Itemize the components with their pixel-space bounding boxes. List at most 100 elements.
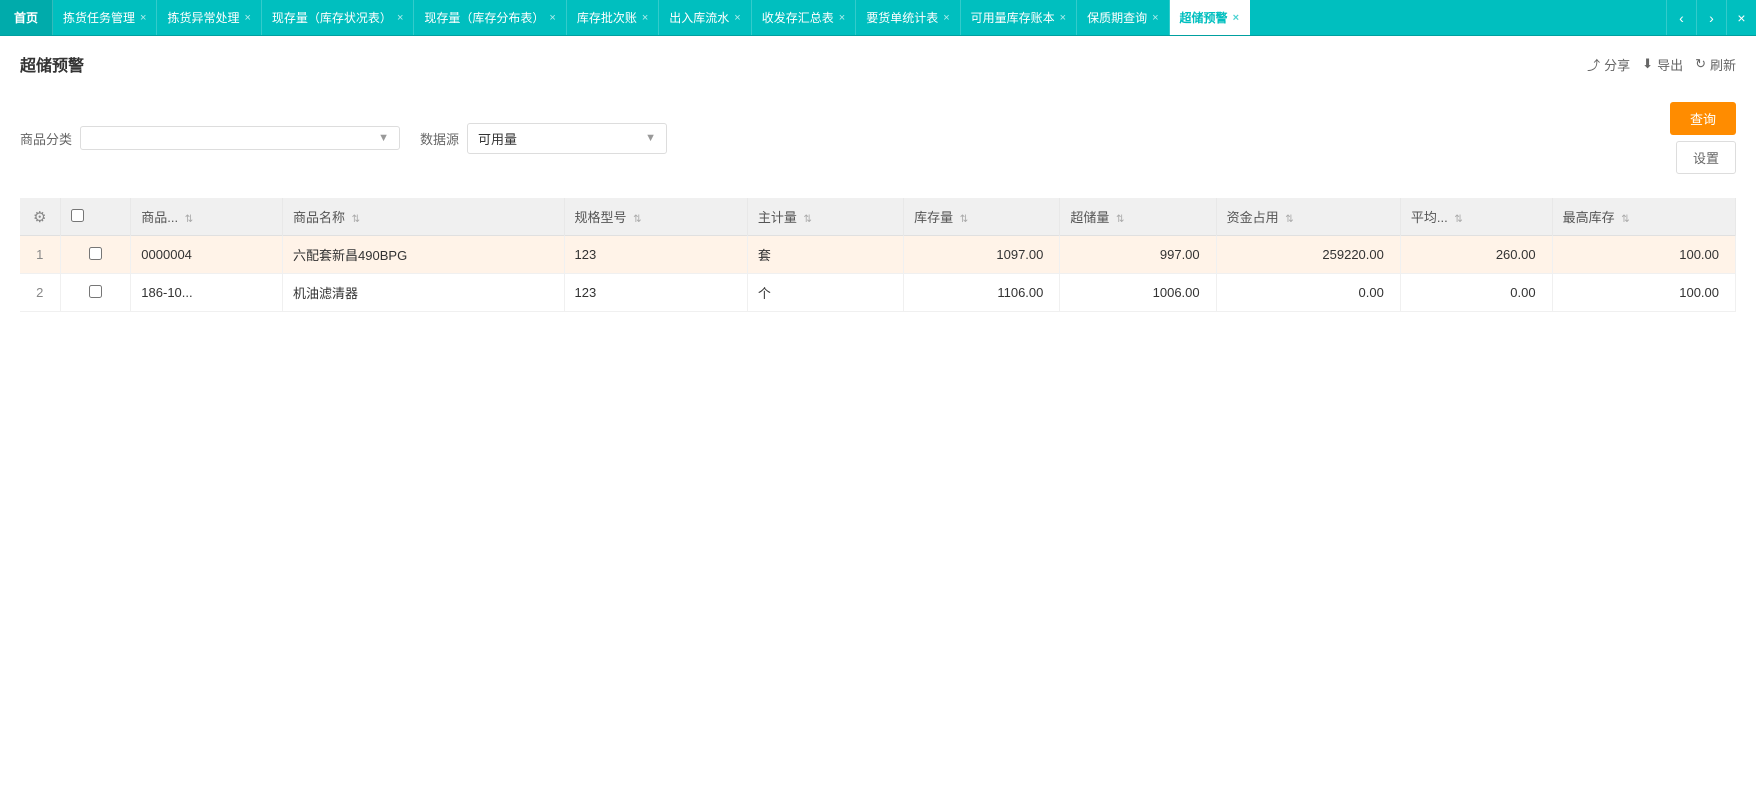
refresh-label: 刷新 [1710,55,1736,74]
col-max-stock-label: 最高库存 [1563,210,1615,225]
nav-tab-2-label: 拣货异常处理 [167,9,239,26]
col-gear[interactable]: ⚙ [20,198,60,236]
datasource-chevron-icon: ▼ [645,132,656,144]
nav-tab-7-close[interactable]: × [839,12,845,24]
datasource-label: 数据源 [420,129,459,148]
nav-tab-4-label: 现存量（库存分布表） [424,9,544,26]
col-avg[interactable]: 平均... ⇅ [1400,198,1552,236]
nav-bar: 首页 拣货任务管理 × 拣货异常处理 × 现存量（库存状况表） × 现存量（库存… [0,0,1756,36]
table-row: 1 0000004 六配套新昌490BPG 123 套 1097.00 997.… [20,236,1736,274]
nav-prev-arrow[interactable]: ‹ [1666,0,1696,36]
nav-tab-2-close[interactable]: × [244,12,250,24]
nav-tab-1-close[interactable]: × [140,12,146,24]
category-label: 商品分类 [20,129,72,148]
col-sku-code[interactable]: 商品... ⇅ [131,198,283,236]
nav-tab-10-close[interactable]: × [1152,12,1158,24]
row-index-0: 1 [20,236,60,274]
row-select-checkbox-1[interactable] [89,285,102,298]
nav-tab-8-close[interactable]: × [943,12,949,24]
nav-next-arrow[interactable]: › [1696,0,1726,36]
nav-tab-11-close[interactable]: × [1233,12,1239,24]
nav-home-label: 首页 [14,9,38,26]
row-avg-0: 260.00 [1400,236,1552,274]
filter-buttons: 查询 设置 [1670,102,1736,174]
row-stock-0: 1097.00 [904,236,1060,274]
settings-button[interactable]: 设置 [1676,141,1736,174]
export-action[interactable]: ⬇ 导出 [1642,55,1683,74]
sort-sku-code-icon[interactable]: ⇅ [185,214,193,225]
row-checkbox-1[interactable] [60,274,131,312]
sort-avg-icon[interactable]: ⇅ [1454,214,1462,225]
nav-more-arrow[interactable]: × [1726,0,1756,36]
nav-tab-6[interactable]: 出入库流水 × [659,0,751,35]
select-all-checkbox[interactable] [71,209,84,222]
datasource-filter: 数据源 可用量 ▼ [420,123,667,154]
col-capital[interactable]: 资金占用 ⇅ [1216,198,1400,236]
col-spec[interactable]: 规格型号 ⇅ [564,198,747,236]
row-overstock-1: 1006.00 [1060,274,1216,312]
category-chevron-icon: ▼ [378,132,389,144]
row-max-stock-1: 100.00 [1552,274,1735,312]
col-sku-name[interactable]: 商品名称 ⇅ [283,198,564,236]
row-overstock-0: 997.00 [1060,236,1216,274]
nav-tab-4[interactable]: 现存量（库存分布表） × [414,0,566,35]
col-max-stock[interactable]: 最高库存 ⇅ [1552,198,1735,236]
category-select[interactable]: ▼ [80,126,400,150]
nav-tab-9-close[interactable]: × [1060,12,1066,24]
col-overstock[interactable]: 超储量 ⇅ [1060,198,1216,236]
table-row: 2 186-10... 机油滤清器 123 个 1106.00 1006.00 … [20,274,1736,312]
nav-tab-6-label: 出入库流水 [669,9,729,26]
col-overstock-label: 超储量 [1070,210,1109,225]
sort-max-stock-icon[interactable]: ⇅ [1621,214,1629,225]
share-label: 分享 [1604,55,1630,74]
sort-spec-icon[interactable]: ⇅ [633,214,641,225]
datasource-value: 可用量 [478,129,517,148]
nav-tab-2[interactable]: 拣货异常处理 × [157,0,261,35]
nav-arrows: ‹ › × [1666,0,1756,36]
row-index-1: 2 [20,274,60,312]
nav-tab-3-close[interactable]: × [397,12,403,24]
query-button[interactable]: 查询 [1670,102,1736,135]
refresh-action[interactable]: ↻ 刷新 [1695,55,1736,74]
nav-tab-5[interactable]: 库存批次账 × [567,0,659,35]
table-header-row: ⚙ 商品... ⇅ 商品名称 ⇅ 规格型号 ⇅ 主计量 [20,198,1736,236]
nav-home[interactable]: 首页 [0,0,53,35]
nav-tab-7-label: 收发存汇总表 [762,9,834,26]
gear-icon[interactable]: ⚙ [33,209,46,226]
datasource-select[interactable]: 可用量 ▼ [467,123,667,154]
export-icon: ⬇ [1642,56,1653,72]
nav-tab-11[interactable]: 超储预警 × [1170,0,1250,35]
nav-tab-5-close[interactable]: × [642,12,648,24]
col-stock[interactable]: 库存量 ⇅ [904,198,1060,236]
data-table: ⚙ 商品... ⇅ 商品名称 ⇅ 规格型号 ⇅ 主计量 [20,198,1736,312]
nav-tab-8-label: 要货单统计表 [866,9,938,26]
nav-tab-5-label: 库存批次账 [577,9,637,26]
sort-overstock-icon[interactable]: ⇅ [1116,214,1124,225]
col-stock-label: 库存量 [914,210,953,225]
row-unit-1: 个 [747,274,903,312]
nav-tab-1[interactable]: 拣货任务管理 × [53,0,157,35]
nav-tab-8[interactable]: 要货单统计表 × [856,0,960,35]
refresh-icon: ↻ [1695,56,1706,72]
sort-capital-icon[interactable]: ⇅ [1285,214,1293,225]
main-content: 超储预警 ⤴ 分享 ⬇ 导出 ↻ 刷新 商品分类 ▼ 数据源 [0,36,1756,800]
nav-tab-4-close[interactable]: × [549,12,555,24]
nav-tab-10[interactable]: 保质期查询 × [1077,0,1169,35]
row-checkbox-0[interactable] [60,236,131,274]
sort-unit-icon[interactable]: ⇅ [803,214,811,225]
nav-tab-7[interactable]: 收发存汇总表 × [752,0,856,35]
row-sku-name-1: 机油滤清器 [283,274,564,312]
share-icon: ⤴ [1587,55,1600,74]
row-select-checkbox-0[interactable] [89,247,102,260]
col-unit[interactable]: 主计量 ⇅ [747,198,903,236]
nav-tab-6-close[interactable]: × [734,12,740,24]
col-select-all[interactable] [60,198,131,236]
nav-tab-11-label: 超储预警 [1180,9,1228,26]
row-avg-1: 0.00 [1400,274,1552,312]
share-action[interactable]: ⤴ 分享 [1587,55,1630,74]
col-capital-label: 资金占用 [1227,210,1279,225]
nav-tab-9[interactable]: 可用量库存账本 × [961,0,1077,35]
sort-sku-name-icon[interactable]: ⇅ [352,214,360,225]
nav-tab-3[interactable]: 现存量（库存状况表） × [262,0,414,35]
sort-stock-icon[interactable]: ⇅ [960,214,968,225]
